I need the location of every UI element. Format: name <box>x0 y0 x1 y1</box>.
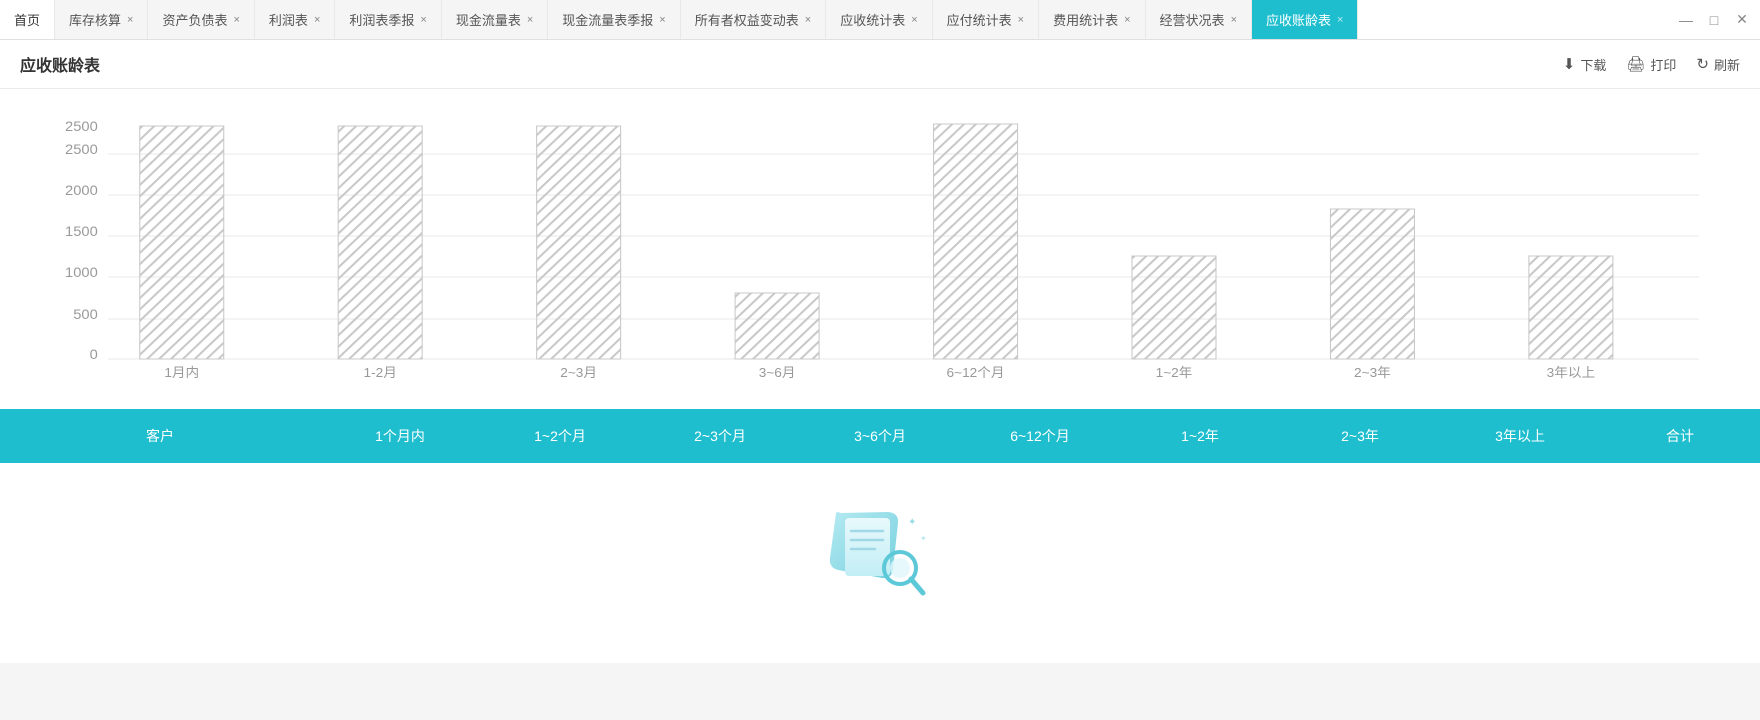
svg-text:✦: ✦ <box>908 517 916 528</box>
tab-operation[interactable]: 经营状况表 × <box>1146 0 1252 40</box>
tab-close-receivable-stat[interactable]: × <box>911 14 917 26</box>
tab-cashflow[interactable]: 现金流量表 × <box>442 0 548 40</box>
download-icon: ⬇ <box>1563 55 1576 73</box>
bar-1-2月 <box>338 126 422 359</box>
table-header-1-2y: 1~2年 <box>1120 426 1280 446</box>
bar-6-12月 <box>934 124 1018 359</box>
svg-text:0: 0 <box>90 347 98 363</box>
svg-text:3年以上: 3年以上 <box>1547 365 1595 380</box>
window-controls: — □ ✕ <box>1678 12 1760 28</box>
svg-text:6~12个月: 6~12个月 <box>947 365 1005 380</box>
refresh-icon: ↻ <box>1696 55 1709 73</box>
bar-3年以上 <box>1529 256 1613 359</box>
svg-text:2~3年: 2~3年 <box>1354 365 1391 380</box>
tab-close-profit[interactable]: × <box>314 14 320 26</box>
tab-balance[interactable]: 资产负债表 × <box>148 0 254 40</box>
svg-text:1500: 1500 <box>65 224 98 240</box>
chart-svg: 0 500 1000 1500 2000 2500 2500 1月内 <box>40 109 1720 389</box>
tab-close-cashflow[interactable]: × <box>527 14 533 26</box>
tab-close-aging[interactable]: × <box>1337 14 1343 26</box>
page-header: 应收账龄表 ⬇ 下载 🖨 打印 ↻ 刷新 <box>0 40 1760 89</box>
bar-1月内 <box>140 126 224 359</box>
tab-close-profit-quarter[interactable]: × <box>420 14 426 26</box>
maximize-button[interactable]: □ <box>1706 12 1722 28</box>
tab-home[interactable]: 首页 <box>0 0 55 40</box>
table-header-customer: 客户 <box>0 426 320 446</box>
tab-profit[interactable]: 利润表 × <box>255 0 335 40</box>
download-button[interactable]: ⬇ 下载 <box>1563 55 1607 74</box>
svg-text:2500: 2500 <box>65 142 98 158</box>
tab-inventory[interactable]: 库存核算 × <box>55 0 148 40</box>
refresh-button[interactable]: ↻ 刷新 <box>1696 55 1740 74</box>
tab-bar: 首页 库存核算 × 资产负债表 × 利润表 × 利润表季报 × 现金流量表 × … <box>0 0 1760 40</box>
tab-receivable-stat[interactable]: 应收统计表 × <box>826 0 932 40</box>
svg-text:3~6月: 3~6月 <box>759 365 796 380</box>
table-header-2-3y: 2~3年 <box>1280 426 1440 446</box>
print-icon: 🖨 <box>1626 55 1645 73</box>
svg-text:2500: 2500 <box>65 119 98 135</box>
tab-aging[interactable]: 应收账龄表 × <box>1252 0 1358 40</box>
tab-expense-stat[interactable]: 费用统计表 × <box>1039 0 1145 40</box>
tab-payable-stat[interactable]: 应付统计表 × <box>933 0 1039 40</box>
print-button[interactable]: 🖨 打印 <box>1626 55 1676 74</box>
svg-text:1月内: 1月内 <box>164 365 199 380</box>
tab-close-inventory[interactable]: × <box>127 14 133 26</box>
main-content: 0 500 1000 1500 2000 2500 2500 1月内 <box>0 89 1760 663</box>
svg-text:✦: ✦ <box>920 534 927 543</box>
header-actions: ⬇ 下载 🖨 打印 ↻ 刷新 <box>1563 55 1740 74</box>
table-header-3-6m: 3~6个月 <box>800 426 960 446</box>
table-header-1-2m: 1~2个月 <box>480 426 640 446</box>
empty-state: ✦ ✦ <box>0 463 1760 663</box>
bar-2-3月 <box>537 126 621 359</box>
table-header-2-3m: 2~3个月 <box>640 426 800 446</box>
minimize-button[interactable]: — <box>1678 12 1694 28</box>
empty-icon: ✦ ✦ <box>820 503 940 603</box>
tab-cashflow-quarter[interactable]: 现金流量表季报 × <box>548 0 680 40</box>
tab-close-expense-stat[interactable]: × <box>1124 14 1130 26</box>
tab-close-operation[interactable]: × <box>1231 14 1237 26</box>
tab-equity[interactable]: 所有者权益变动表 × <box>681 0 826 40</box>
table-header-total: 合计 <box>1600 426 1760 446</box>
svg-text:1-2月: 1-2月 <box>364 365 397 380</box>
bar-1-2年 <box>1132 256 1216 359</box>
tab-close-cashflow-quarter[interactable]: × <box>659 14 665 26</box>
chart-area: 0 500 1000 1500 2000 2500 2500 1月内 <box>0 89 1760 409</box>
svg-text:500: 500 <box>73 307 98 323</box>
page-title: 应收账龄表 <box>20 52 100 76</box>
tab-close-balance[interactable]: × <box>233 14 239 26</box>
chart-container: 0 500 1000 1500 2000 2500 2500 1月内 <box>40 109 1720 389</box>
table-header-1m: 1个月内 <box>320 426 480 446</box>
tab-close-payable-stat[interactable]: × <box>1018 14 1024 26</box>
bar-3-6月 <box>735 293 819 359</box>
table-header: 客户 1个月内 1~2个月 2~3个月 3~6个月 6~12个月 1~2年 2~… <box>0 409 1760 463</box>
svg-text:1000: 1000 <box>65 265 98 281</box>
svg-text:1~2年: 1~2年 <box>1156 365 1193 380</box>
tab-close-equity[interactable]: × <box>805 14 811 26</box>
tab-profit-quarter[interactable]: 利润表季报 × <box>335 0 441 40</box>
svg-text:2000: 2000 <box>65 183 98 199</box>
table-header-3y: 3年以上 <box>1440 426 1600 446</box>
bar-2-3年 <box>1330 209 1414 359</box>
empty-illustration: ✦ ✦ <box>820 503 940 603</box>
svg-text:2~3月: 2~3月 <box>560 365 597 380</box>
close-button[interactable]: ✕ <box>1734 12 1750 28</box>
table-header-6-12m: 6~12个月 <box>960 426 1120 446</box>
